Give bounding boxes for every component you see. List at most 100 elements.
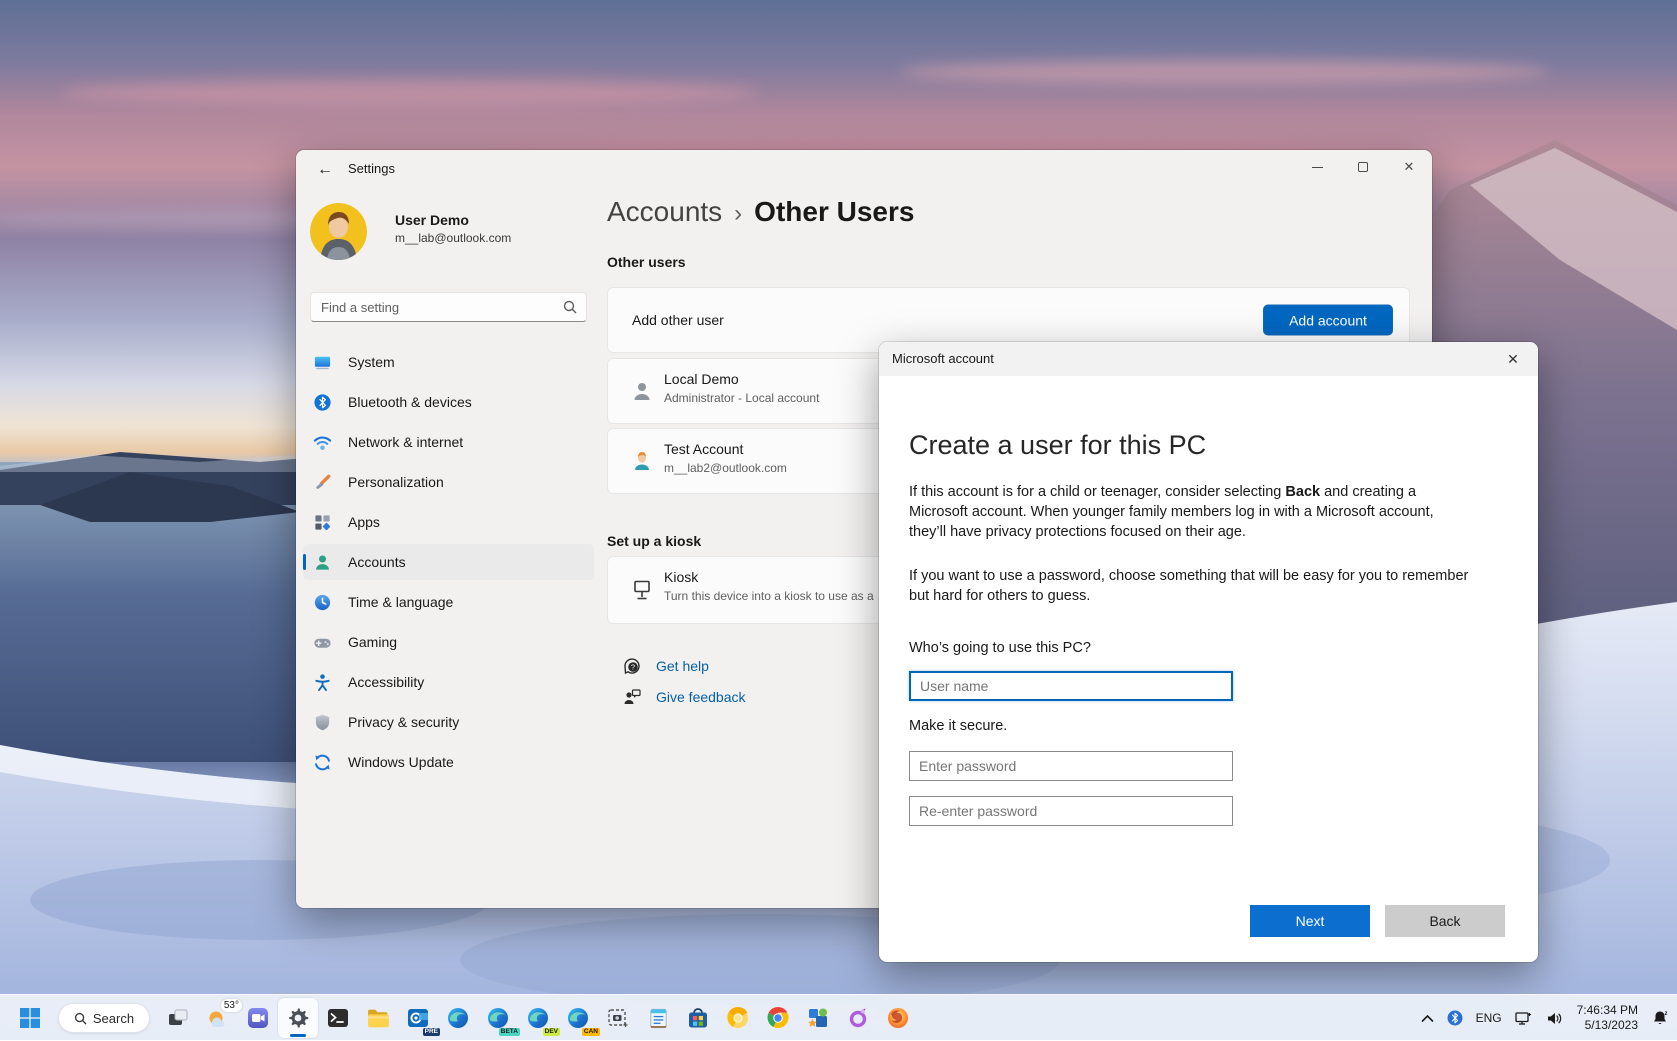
bluetooth-icon [312, 392, 332, 412]
tray-bluetooth-icon[interactable] [1444, 1006, 1466, 1030]
add-account-button[interactable]: Add account [1263, 305, 1393, 336]
clock-icon [312, 592, 332, 612]
breadcrumb-separator-icon: › [722, 200, 754, 227]
next-button[interactable]: Next [1250, 905, 1370, 937]
get-help-row: ? Get help [622, 656, 709, 676]
sidebar-item-system[interactable]: System [303, 344, 594, 380]
user-detail: m__lab2@outlook.com [664, 461, 787, 475]
dialog-close-icon[interactable]: ✕ [1498, 346, 1528, 372]
tray-language[interactable]: ENG [1473, 1007, 1505, 1029]
settings-search-input[interactable] [321, 293, 551, 321]
microsoft-account-dialog: Microsoft account ✕ Create a user for th… [879, 342, 1538, 962]
give-feedback-link[interactable]: Give feedback [656, 689, 746, 705]
sidebar-item-network-internet[interactable]: Network & internet [303, 424, 594, 460]
username-input[interactable] [909, 671, 1233, 701]
tray-clock[interactable]: 7:46:34 PM 5/13/2023 [1573, 1003, 1642, 1033]
search-icon [563, 300, 577, 314]
avatar [310, 203, 367, 260]
tray-volume-icon[interactable] [1543, 1007, 1566, 1030]
chrome-button[interactable] [758, 998, 798, 1038]
edge-beta-button[interactable]: BETA [478, 998, 518, 1038]
sidebar-item-accounts[interactable]: Accounts [303, 544, 594, 580]
tray-chevron-up-icon[interactable] [1418, 1010, 1437, 1027]
task-view-button[interactable] [158, 998, 198, 1038]
reenter-password-input[interactable] [909, 796, 1233, 826]
sidebar-item-label: Windows Update [348, 754, 454, 770]
update-icon [312, 752, 332, 772]
settings-sidebar: System Bluetooth & devices Network & int… [303, 344, 594, 784]
chat-button[interactable] [238, 998, 278, 1038]
selected-accent-bar [303, 554, 306, 570]
taskbar-search-label: Search [93, 1011, 134, 1026]
give-feedback-row: Give feedback [622, 687, 746, 707]
add-other-user-label: Add other user [632, 312, 724, 328]
start-button[interactable] [10, 998, 50, 1038]
chrome-canary-button[interactable] [718, 998, 758, 1038]
microsoft-store-button[interactable] [678, 998, 718, 1038]
breadcrumb: Accounts›Other Users [607, 196, 914, 228]
password-input[interactable] [909, 751, 1233, 781]
get-help-icon: ? [622, 656, 642, 676]
profile-email: m__lab@outlook.com [395, 231, 511, 245]
test-account-avatar [630, 449, 654, 473]
sidebar-item-label: Time & language [348, 594, 453, 610]
settings-app-button[interactable] [278, 998, 318, 1038]
edge-button[interactable] [438, 998, 478, 1038]
paragraph-bold-back: Back [1285, 484, 1320, 500]
file-explorer-button[interactable] [358, 998, 398, 1038]
svg-text:?: ? [631, 663, 635, 672]
brush-icon [312, 472, 332, 492]
settings-search-box[interactable] [310, 292, 587, 322]
dialog-title: Microsoft account [892, 351, 994, 366]
kiosk-heading: Set up a kiosk [607, 533, 701, 549]
sidebar-item-label: Bluetooth & devices [348, 394, 472, 410]
sidebar-item-label: Apps [348, 514, 380, 530]
other-users-heading: Other users [607, 254, 686, 270]
svg-text:z: z [1665, 1011, 1668, 1017]
search-icon [74, 1012, 87, 1025]
local-user-icon [630, 379, 654, 403]
breadcrumb-current: Other Users [754, 196, 914, 227]
sidebar-item-accessibility[interactable]: Accessibility [303, 664, 594, 700]
get-help-link[interactable]: Get help [656, 658, 709, 674]
sidebar-item-time-language[interactable]: Time & language [303, 584, 594, 620]
sidebar-item-gaming[interactable]: Gaming [303, 624, 594, 660]
taskbar-search[interactable]: Search [58, 1003, 150, 1033]
back-arrow-icon[interactable]: ← [310, 158, 340, 182]
system-icon [312, 352, 332, 372]
widgets-weather-button[interactable]: 53° [198, 998, 238, 1038]
sidebar-item-label: Gaming [348, 634, 397, 650]
dialog-titlebar: Microsoft account ✕ [879, 342, 1538, 376]
breadcrumb-parent[interactable]: Accounts [607, 196, 722, 227]
back-button[interactable]: Back [1385, 905, 1505, 937]
outlook-button[interactable]: PRE [398, 998, 438, 1038]
snipping-tool-button[interactable] [598, 998, 638, 1038]
tray-time: 7:46:34 PM [1577, 1003, 1638, 1018]
tray-network-icon[interactable] [1512, 1006, 1536, 1030]
wifi-icon [312, 432, 332, 452]
edge-dev-button[interactable]: DEV [518, 998, 558, 1038]
who-label: Who’s going to use this PC? [909, 640, 1091, 656]
sidebar-item-privacy-security[interactable]: Privacy & security [303, 704, 594, 740]
give-feedback-icon [622, 687, 642, 707]
sidebar-item-personalization[interactable]: Personalization [303, 464, 594, 500]
gamepad-icon [312, 632, 332, 652]
paint-button[interactable] [838, 998, 878, 1038]
taskbar: Search 53° PRE BETA [0, 994, 1677, 1040]
user-detail: Administrator - Local account [664, 391, 819, 405]
sidebar-item-apps[interactable]: Apps [303, 504, 594, 540]
notepad-button[interactable] [638, 998, 678, 1038]
sidebar-item-label: Network & internet [348, 434, 463, 450]
photos-button[interactable] [798, 998, 838, 1038]
edge-canary-button[interactable]: CAN [558, 998, 598, 1038]
sidebar-item-windows-update[interactable]: Windows Update [303, 744, 594, 780]
sidebar-item-label: Personalization [348, 474, 444, 490]
firefox-button[interactable] [878, 998, 918, 1038]
user-name: Local Demo [664, 371, 739, 387]
sidebar-item-bluetooth-devices[interactable]: Bluetooth & devices [303, 384, 594, 420]
terminal-button[interactable] [318, 998, 358, 1038]
sidebar-item-label: System [348, 354, 395, 370]
tray-notification-bell-icon[interactable]: z [1649, 1006, 1671, 1030]
sidebar-item-label: Accounts [348, 554, 406, 570]
secure-label: Make it secure. [909, 718, 1007, 734]
